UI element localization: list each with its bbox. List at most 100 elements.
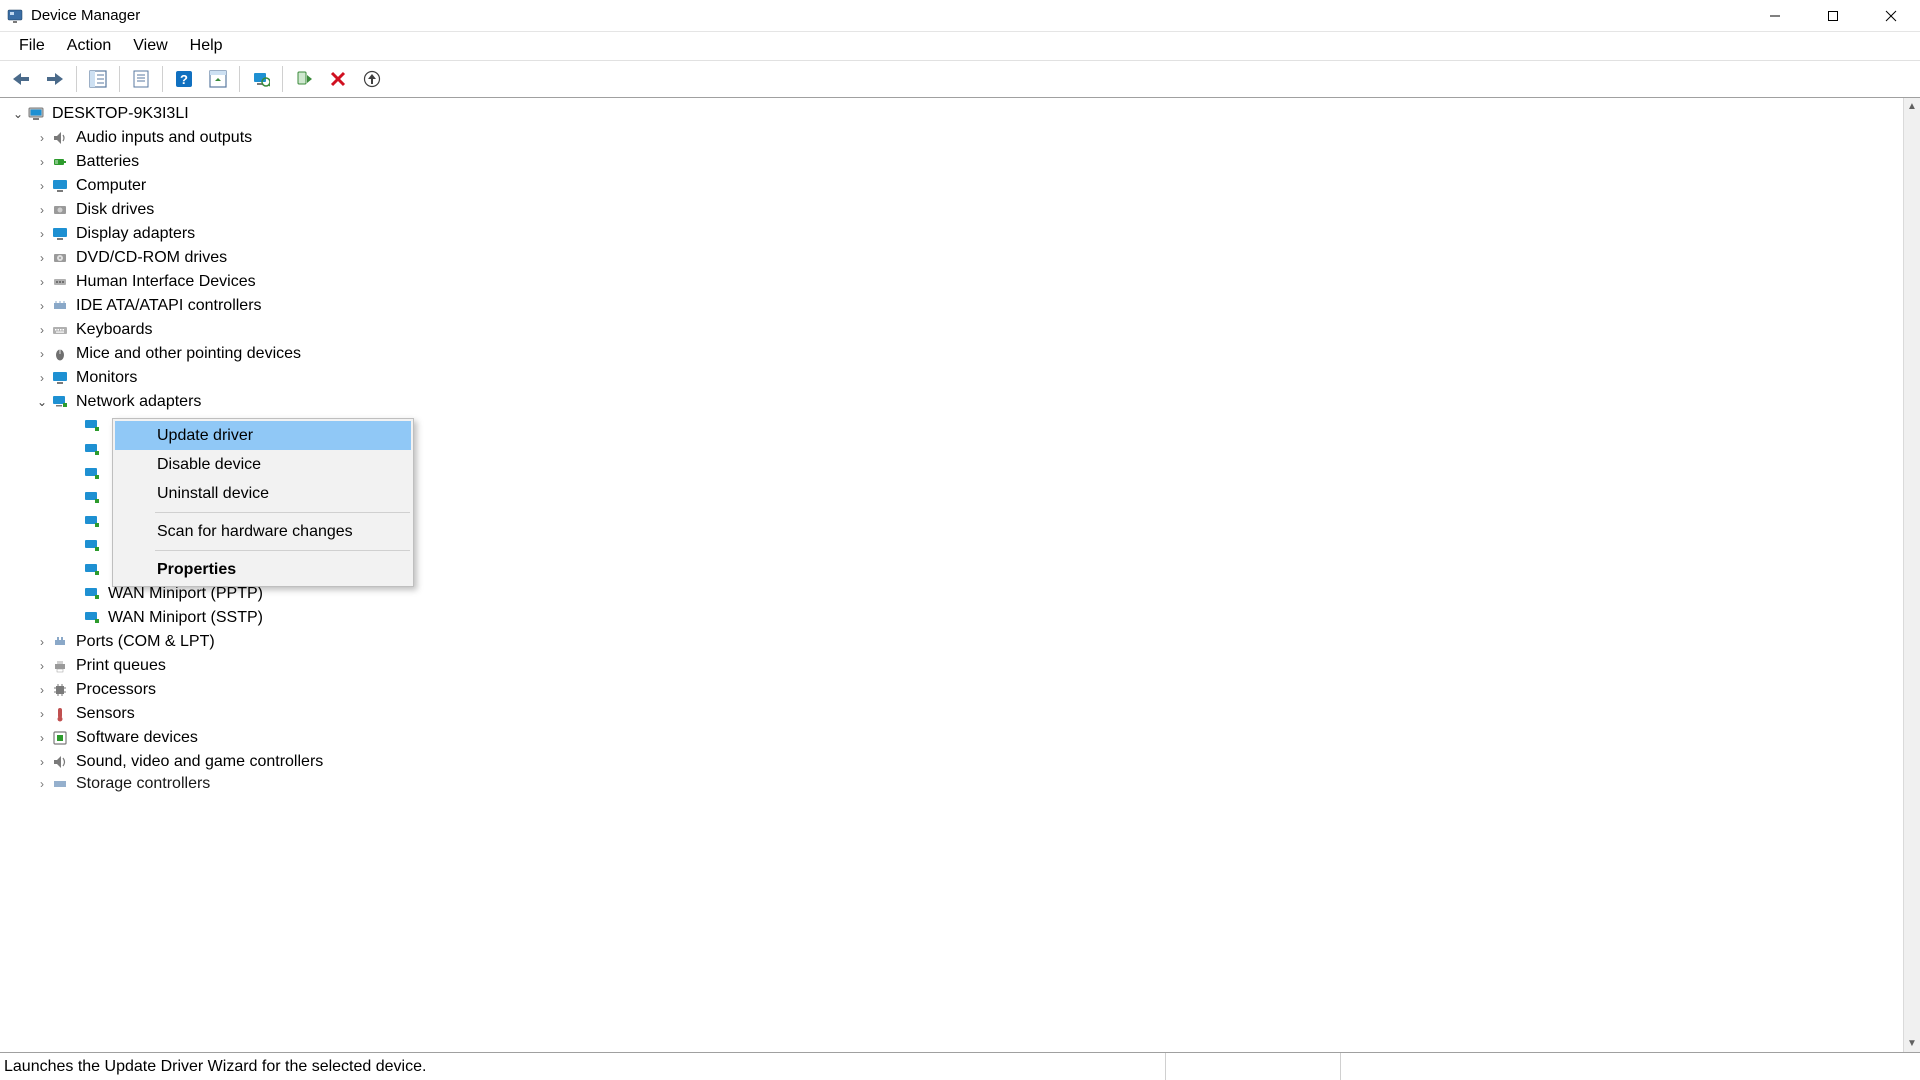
window-title: Device Manager	[31, 7, 1746, 24]
category-label: Print queues	[76, 657, 166, 675]
tree-category-print[interactable]: › Print queues	[0, 654, 1903, 678]
expander-icon[interactable]: ›	[34, 730, 50, 746]
expander-icon[interactable]: ›	[34, 682, 50, 698]
expander-icon[interactable]: ›	[34, 658, 50, 674]
tree-category-sound[interactable]: › Sound, video and game controllers	[0, 750, 1903, 774]
category-label: Audio inputs and outputs	[76, 129, 252, 147]
scroll-up-icon[interactable]: ▲	[1904, 98, 1920, 115]
ctx-separator	[155, 550, 410, 551]
disk-icon	[50, 200, 70, 220]
expander-icon[interactable]: ⌄	[10, 106, 26, 122]
tree-category-processors[interactable]: › Processors	[0, 678, 1903, 702]
expander-icon[interactable]: ⌄	[34, 394, 50, 410]
tree-category-software[interactable]: › Software devices	[0, 726, 1903, 750]
category-label: Sensors	[76, 705, 135, 723]
expander-icon[interactable]: ›	[34, 370, 50, 386]
menu-help[interactable]: Help	[179, 35, 234, 57]
action-toolbar-button[interactable]	[202, 64, 234, 94]
ctx-update-driver[interactable]: Update driver	[115, 421, 411, 450]
tree-category-sensors[interactable]: › Sensors	[0, 702, 1903, 726]
tree-category-ide[interactable]: › IDE ATA/ATAPI controllers	[0, 294, 1903, 318]
expander-icon[interactable]: ›	[34, 250, 50, 266]
menu-action[interactable]: Action	[56, 35, 122, 57]
scan-hardware-button[interactable]	[245, 64, 277, 94]
sound-icon	[50, 752, 70, 772]
optical-drive-icon	[50, 248, 70, 268]
update-driver-button[interactable]	[356, 64, 388, 94]
menu-bar: File Action View Help	[0, 32, 1920, 60]
tree-category-network[interactable]: ⌄ Network adapters	[0, 390, 1903, 414]
printer-icon	[50, 656, 70, 676]
toolbar-separator	[282, 66, 283, 92]
status-cell	[1166, 1053, 1341, 1080]
expander-icon[interactable]: ›	[34, 274, 50, 290]
tree-category-storage[interactable]: › Storage controllers	[0, 774, 1903, 794]
tree-device-wan-sstp[interactable]: WAN Miniport (SSTP)	[0, 606, 1903, 630]
network-adapter-icon	[82, 536, 102, 556]
expander-icon[interactable]: ›	[34, 322, 50, 338]
expander-icon[interactable]: ›	[34, 226, 50, 242]
expander-icon[interactable]: ›	[34, 154, 50, 170]
disable-device-button[interactable]	[322, 64, 354, 94]
close-button[interactable]	[1862, 0, 1920, 31]
enable-device-button[interactable]	[288, 64, 320, 94]
tree-category-hid[interactable]: › Human Interface Devices	[0, 270, 1903, 294]
category-label: Software devices	[76, 729, 198, 747]
expander-icon[interactable]: ›	[34, 178, 50, 194]
tree-category-keyboards[interactable]: › Keyboards	[0, 318, 1903, 342]
expander-icon[interactable]: ›	[34, 706, 50, 722]
sensor-icon	[50, 704, 70, 724]
monitor-icon	[50, 368, 70, 388]
ctx-uninstall-device[interactable]: Uninstall device	[115, 479, 411, 508]
expander-icon[interactable]: ›	[34, 346, 50, 362]
battery-icon	[50, 152, 70, 172]
ctx-scan-hardware[interactable]: Scan for hardware changes	[115, 517, 411, 546]
content-area: ⌄ DESKTOP-9K3I3LI › Audio inputs and out…	[0, 98, 1920, 1052]
processor-icon	[50, 680, 70, 700]
tree-root-label: DESKTOP-9K3I3LI	[52, 105, 189, 123]
toolbar-separator	[239, 66, 240, 92]
device-tree[interactable]: ⌄ DESKTOP-9K3I3LI › Audio inputs and out…	[0, 98, 1903, 1052]
tree-category-dvd[interactable]: › DVD/CD-ROM drives	[0, 246, 1903, 270]
scroll-down-icon[interactable]: ▼	[1904, 1035, 1920, 1052]
network-adapter-icon	[82, 488, 102, 508]
category-label: Mice and other pointing devices	[76, 345, 301, 363]
category-label: Computer	[76, 177, 146, 195]
tree-category-ports[interactable]: › Ports (COM & LPT)	[0, 630, 1903, 654]
network-adapter-icon	[50, 392, 70, 412]
expander-icon[interactable]: ›	[34, 634, 50, 650]
monitor-icon	[50, 176, 70, 196]
maximize-button[interactable]	[1804, 0, 1862, 31]
ctx-properties[interactable]: Properties	[115, 555, 411, 584]
back-button[interactable]	[5, 64, 37, 94]
minimize-button[interactable]	[1746, 0, 1804, 31]
menu-view[interactable]: View	[122, 35, 178, 57]
svg-text:?: ?	[180, 72, 188, 87]
tree-category-disk[interactable]: › Disk drives	[0, 198, 1903, 222]
category-label: Network adapters	[76, 393, 201, 411]
help-button[interactable]: ?	[168, 64, 200, 94]
ctx-disable-device[interactable]: Disable device	[115, 450, 411, 479]
expander-icon[interactable]: ›	[34, 130, 50, 146]
show-hide-console-button[interactable]	[82, 64, 114, 94]
tree-category-computer[interactable]: › Computer	[0, 174, 1903, 198]
vertical-scrollbar[interactable]: ▲ ▼	[1903, 98, 1920, 1052]
storage-controller-icon	[50, 774, 70, 794]
software-device-icon	[50, 728, 70, 748]
menu-file[interactable]: File	[8, 35, 56, 57]
expander-icon[interactable]: ›	[34, 776, 50, 792]
tree-category-mice[interactable]: › Mice and other pointing devices	[0, 342, 1903, 366]
mouse-icon	[50, 344, 70, 364]
expander-icon[interactable]: ›	[34, 202, 50, 218]
expander-icon[interactable]: ›	[34, 298, 50, 314]
properties-button[interactable]	[125, 64, 157, 94]
toolbar: ?	[0, 60, 1920, 98]
tree-category-monitors[interactable]: › Monitors	[0, 366, 1903, 390]
tree-category-display[interactable]: › Display adapters	[0, 222, 1903, 246]
tree-category-batteries[interactable]: › Batteries	[0, 150, 1903, 174]
tree-root[interactable]: ⌄ DESKTOP-9K3I3LI	[0, 102, 1903, 126]
tree-category-audio[interactable]: › Audio inputs and outputs	[0, 126, 1903, 150]
category-label: Disk drives	[76, 201, 154, 219]
expander-icon[interactable]: ›	[34, 754, 50, 770]
forward-button[interactable]	[39, 64, 71, 94]
